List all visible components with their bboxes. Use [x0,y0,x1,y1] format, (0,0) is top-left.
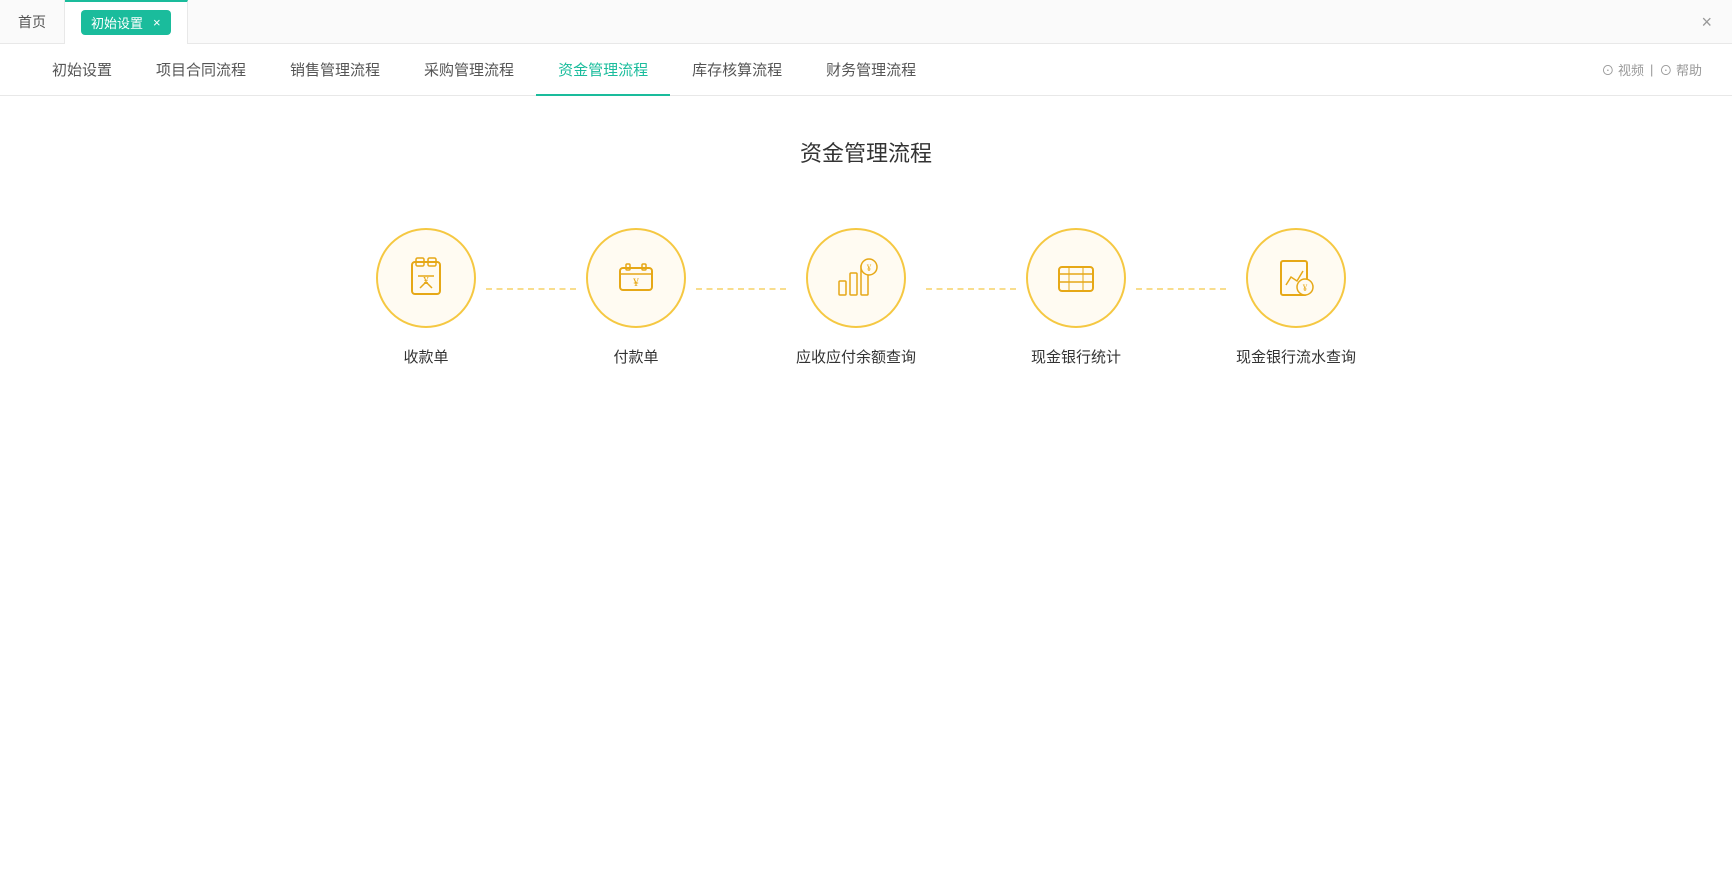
tab-close-button[interactable]: × [153,15,161,30]
flow-item-receipt[interactable]: ¥ 收款单 [376,228,476,367]
svg-text:¥: ¥ [867,263,872,273]
flow-container: ¥ 收款单 ¥ 付款单 [0,228,1732,367]
active-tab-text: 初始设置 [91,13,143,32]
nav-item-inventory[interactable]: 库存核算流程 [670,44,804,96]
connector-3 [916,288,1026,290]
nav-bar-right: ⊙ 视频 | ⊙ 帮助 [1601,60,1702,79]
flow-label-balance: 应收应付余额查询 [796,346,916,367]
dotted-line-4 [1136,288,1226,290]
flow-item-bank-flow[interactable]: ¥ 现金银行流水查询 [1236,228,1356,367]
help-link[interactable]: ⊙ 帮助 [1659,60,1702,79]
nav-item-initial-label: 初始设置 [52,59,112,80]
flow-circle-payment: ¥ [586,228,686,328]
connector-2 [686,288,796,290]
flow-item-bank-stat[interactable]: 现金银行统计 [1026,228,1126,367]
flow-label-bank-stat: 现金银行统计 [1031,346,1121,367]
nav-item-sales[interactable]: 销售管理流程 [268,44,402,96]
nav-item-project[interactable]: 项目合同流程 [134,44,268,96]
svg-text:¥: ¥ [1303,283,1308,293]
nav-item-inventory-label: 库存核算流程 [692,59,782,80]
flow-label-receipt: 收款单 [403,346,448,367]
window-close-button[interactable]: × [1701,12,1712,33]
nav-item-finance-label: 财务管理流程 [826,59,916,80]
dotted-line-1 [486,288,576,290]
nav-item-finance[interactable]: 财务管理流程 [804,44,938,96]
nav-item-purchase-label: 采购管理流程 [424,59,514,80]
flow-circle-bank-flow: ¥ [1246,228,1346,328]
active-tab-label-badge: 初始设置 × [81,10,171,35]
nav-bar: 初始设置 项目合同流程 销售管理流程 采购管理流程 资金管理流程 库存核算流程 … [0,44,1732,96]
flow-label-bank-flow: 现金银行流水查询 [1236,346,1356,367]
nav-item-purchase[interactable]: 采购管理流程 [402,44,536,96]
connector-1 [476,288,586,290]
top-bar: 首页 初始设置 × × [0,0,1732,44]
nav-separator: | [1650,62,1653,77]
video-link[interactable]: ⊙ 视频 [1601,60,1644,79]
dotted-line-3 [926,288,1016,290]
dotted-line-2 [696,288,786,290]
flow-circle-balance: ¥ [806,228,906,328]
nav-item-capital-label: 资金管理流程 [558,59,648,80]
active-tab[interactable]: 初始设置 × [65,0,188,44]
main-content: 资金管理流程 ¥ 收款单 [0,96,1732,367]
flow-circle-bank-stat [1026,228,1126,328]
flow-item-balance[interactable]: ¥ 应收应付余额查询 [796,228,916,367]
flow-label-payment: 付款单 [613,346,658,367]
connector-4 [1126,288,1236,290]
nav-item-sales-label: 销售管理流程 [290,59,380,80]
nav-item-capital[interactable]: 资金管理流程 [536,44,670,96]
svg-text:¥: ¥ [633,275,639,289]
nav-item-initial[interactable]: 初始设置 [30,44,134,96]
nav-item-project-label: 项目合同流程 [156,59,246,80]
flow-circle-receipt: ¥ [376,228,476,328]
home-tab-label: 首页 [18,12,46,32]
flow-item-payment[interactable]: ¥ 付款单 [586,228,686,367]
page-title: 资金管理流程 [800,136,932,168]
home-tab[interactable]: 首页 [0,0,65,44]
